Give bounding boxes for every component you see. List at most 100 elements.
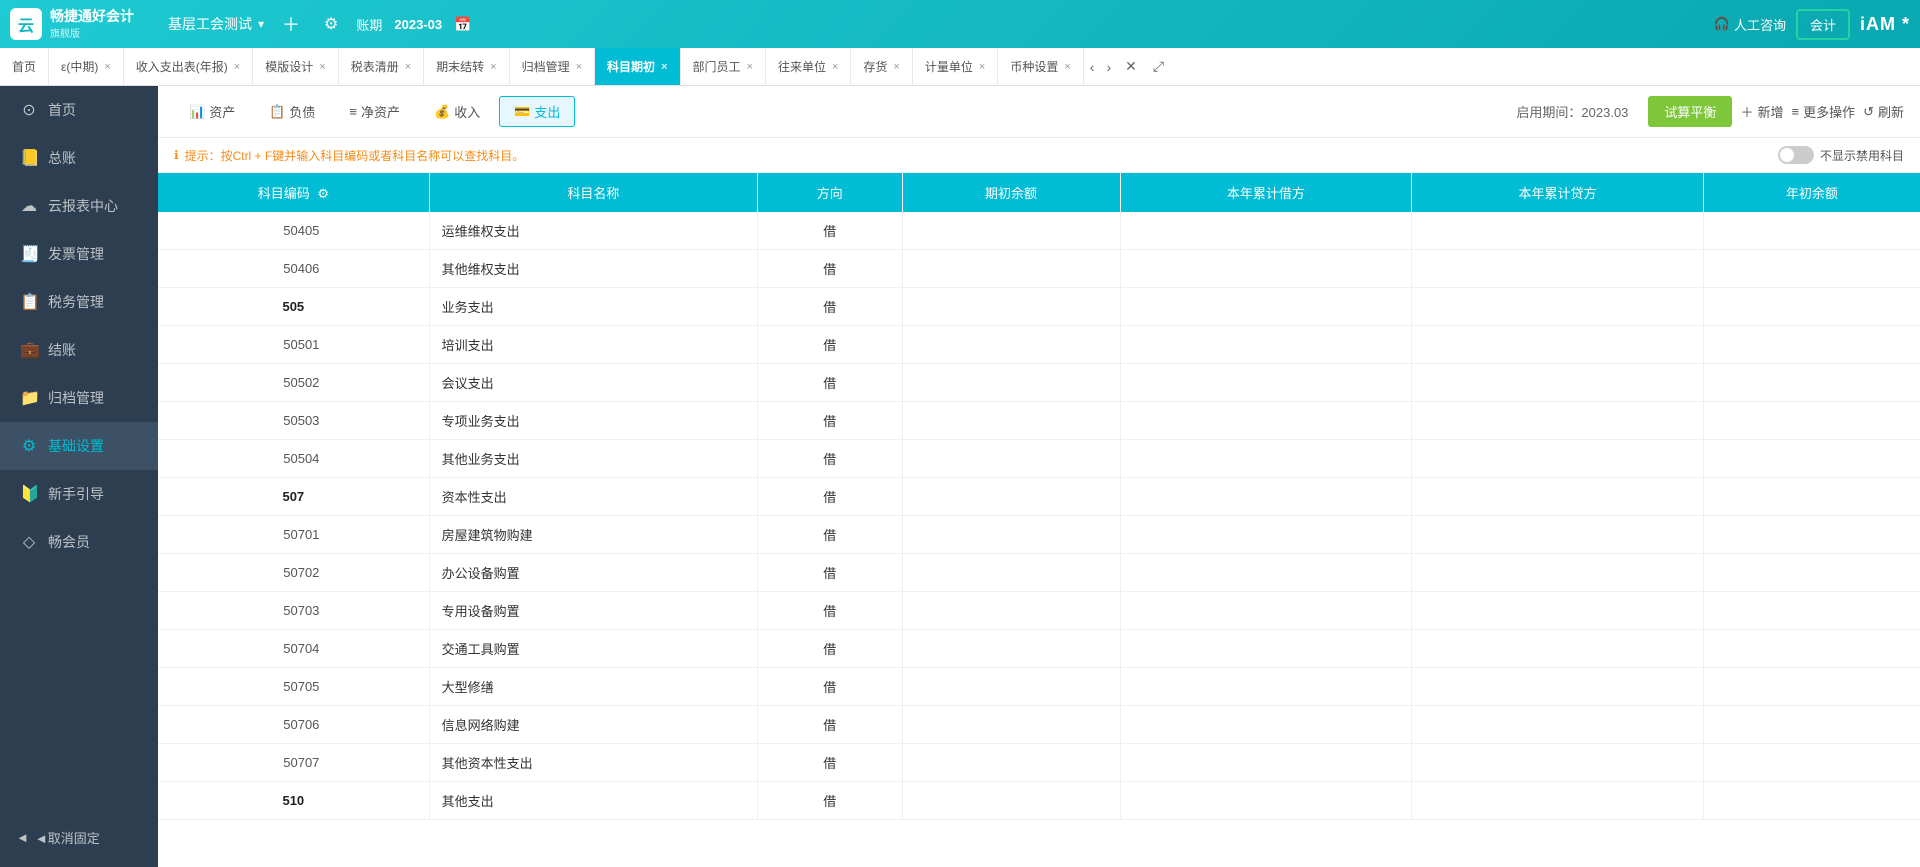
header-setting-icon[interactable]: ⚙: [318, 12, 344, 36]
table-row[interactable]: 50503专项业务支出借: [158, 402, 1920, 440]
table-row[interactable]: 50702办公设备购置借: [158, 554, 1920, 592]
cell-name: 资本性支出: [429, 478, 757, 516]
tab-close-all-button[interactable]: ✕: [1117, 58, 1145, 75]
tab-template[interactable]: 模版设计 ×: [253, 48, 338, 85]
cell-direction: 借: [758, 554, 902, 592]
balance-button[interactable]: 试算平衡: [1648, 96, 1732, 127]
sidebar-item-home[interactable]: ⊙ 首页: [0, 86, 158, 134]
table-row[interactable]: 50502会议支出借: [158, 364, 1920, 402]
tab-close-icon[interactable]: ×: [405, 61, 411, 73]
add-company-button[interactable]: ＋: [276, 9, 306, 39]
subject-table: 科目编码 ⚙ 科目名称 方向 期初余额 本年累计借方 本年累计贷方 年初余额 5…: [158, 173, 1920, 820]
cell-name: 其他业务支出: [429, 440, 757, 478]
tab-home[interactable]: 首页: [0, 48, 49, 85]
table-row[interactable]: 510其他支出借: [158, 782, 1920, 820]
cell-name: 大型修缮: [429, 668, 757, 706]
cell-direction: 借: [758, 592, 902, 630]
table-row[interactable]: 50703专用设备购置借: [158, 592, 1920, 630]
add-button[interactable]: ＋ 新增: [1740, 96, 1783, 127]
sidebar-item-label: 归档管理: [48, 388, 104, 408]
tab-close-icon[interactable]: ×: [832, 61, 838, 73]
tab-label: 税表清册: [351, 58, 399, 75]
calendar-icon[interactable]: 📅: [454, 16, 471, 33]
tab-archive[interactable]: 归档管理 ×: [510, 48, 595, 85]
tab-close-icon[interactable]: ×: [576, 61, 582, 73]
more-button[interactable]: ≡ 更多操作: [1791, 96, 1855, 127]
tab-close-icon[interactable]: ×: [661, 61, 667, 73]
table-row[interactable]: 507资本性支出借: [158, 478, 1920, 516]
cell-ytd-debit: [1120, 554, 1412, 592]
tab-inventory[interactable]: 存货 ×: [851, 48, 912, 85]
toggle-container[interactable]: 不显示禁用科目: [1778, 146, 1904, 164]
tab-close-icon[interactable]: ×: [893, 61, 899, 73]
tab-subject-init[interactable]: 科目期初 ×: [595, 48, 680, 85]
filter-tab-equity[interactable]: ≡ 净资产: [334, 96, 415, 127]
filter-tab-liability[interactable]: 📋 负债: [254, 96, 330, 127]
sidebar-item-archive[interactable]: 📁 归档管理: [0, 374, 158, 422]
table-row[interactable]: 50406其他维权支出借: [158, 250, 1920, 288]
cell-ytd-credit: [1412, 288, 1704, 326]
tab-label: 往来单位: [778, 58, 826, 75]
cell-direction: 借: [758, 288, 902, 326]
tab-dept[interactable]: 部门员工 ×: [681, 48, 766, 85]
sidebar-item-tax[interactable]: 📋 税务管理: [0, 278, 158, 326]
sidebar-item-reports[interactable]: ☁ 云报表中心: [0, 182, 158, 230]
toggle-switch[interactable]: [1778, 146, 1814, 164]
sidebar-item-label: 结账: [48, 340, 76, 360]
col-direction: 方向: [758, 173, 902, 212]
filter-tab-income[interactable]: 💰 收入: [419, 96, 495, 127]
tab-unit[interactable]: 计量单位 ×: [913, 48, 998, 85]
refresh-button[interactable]: ↺ 刷新: [1863, 96, 1904, 127]
table-row[interactable]: 50706信息网络购建借: [158, 706, 1920, 744]
tab-close-icon[interactable]: ×: [747, 61, 753, 73]
sidebar-item-ledger[interactable]: 📒 总账: [0, 134, 158, 182]
tab-close-icon[interactable]: ×: [319, 61, 325, 73]
account-button[interactable]: 会计: [1796, 9, 1850, 40]
tab-close-icon[interactable]: ×: [104, 61, 110, 73]
refresh-icon: ↺: [1863, 104, 1874, 120]
customer-service-button[interactable]: 🎧 人工咨询: [1714, 15, 1786, 34]
tab-period[interactable]: ε(中期) ×: [49, 48, 124, 85]
table-row[interactable]: 50701房屋建筑物购建借: [158, 516, 1920, 554]
table-row[interactable]: 50705大型修缮借: [158, 668, 1920, 706]
table-row[interactable]: 505业务支出借: [158, 288, 1920, 326]
cell-opening-balance: [902, 668, 1120, 706]
sidebar-item-label: 基础设置: [48, 436, 104, 456]
col-settings-icon[interactable]: ⚙: [317, 186, 329, 201]
col-ytd-debit: 本年累计借方: [1120, 173, 1412, 212]
cell-code: 50703: [158, 592, 429, 630]
tab-partner[interactable]: 往来单位 ×: [766, 48, 851, 85]
sidebar-item-member[interactable]: ◇ 畅会员: [0, 518, 158, 566]
period-display: 启用期间：2023.03: [1516, 102, 1628, 121]
cell-ytd-credit: [1412, 440, 1704, 478]
filter-tab-asset[interactable]: 📊 资产: [174, 96, 250, 127]
cell-code: 50704: [158, 630, 429, 668]
tab-period-end[interactable]: 期末结转 ×: [424, 48, 509, 85]
period-value: 2023-03: [394, 17, 442, 32]
tab-close-icon[interactable]: ×: [1064, 61, 1070, 73]
tab-close-icon[interactable]: ×: [234, 61, 240, 73]
sidebar-item-invoice[interactable]: 🧾 发票管理: [0, 230, 158, 278]
tab-next-button[interactable]: ›: [1100, 48, 1117, 85]
sidebar-item-settle[interactable]: 💼 结账: [0, 326, 158, 374]
filter-tab-expense[interactable]: 💳 支出: [499, 96, 575, 127]
tab-prev-button[interactable]: ‹: [1084, 48, 1101, 85]
tab-income[interactable]: 收入支出表(年报) ×: [124, 48, 253, 85]
tab-close-icon[interactable]: ×: [979, 61, 985, 73]
sidebar-pin-button[interactable]: ◄ ◄取消固定: [0, 818, 158, 857]
sidebar-item-guide[interactable]: 🔰 新手引导: [0, 470, 158, 518]
table-row[interactable]: 50501培训支出借: [158, 326, 1920, 364]
table-row[interactable]: 50504其他业务支出借: [158, 440, 1920, 478]
tab-expand-button[interactable]: ⤢: [1145, 58, 1172, 75]
table-row[interactable]: 50704交通工具购置借: [158, 630, 1920, 668]
table-row[interactable]: 50405运维维权支出借: [158, 212, 1920, 250]
col-code: 科目编码 ⚙: [158, 173, 429, 212]
cell-ytd-credit: [1412, 782, 1704, 820]
tab-close-icon[interactable]: ×: [490, 61, 496, 73]
cell-name: 会议支出: [429, 364, 757, 402]
tab-currency[interactable]: 币种设置 ×: [998, 48, 1083, 85]
table-row[interactable]: 50707其他资本性支出借: [158, 744, 1920, 782]
sidebar-item-settings[interactable]: ⚙ 基础设置: [0, 422, 158, 470]
tab-tax[interactable]: 税表清册 ×: [339, 48, 424, 85]
company-selector[interactable]: 基层工会测试 ▾: [168, 14, 264, 34]
